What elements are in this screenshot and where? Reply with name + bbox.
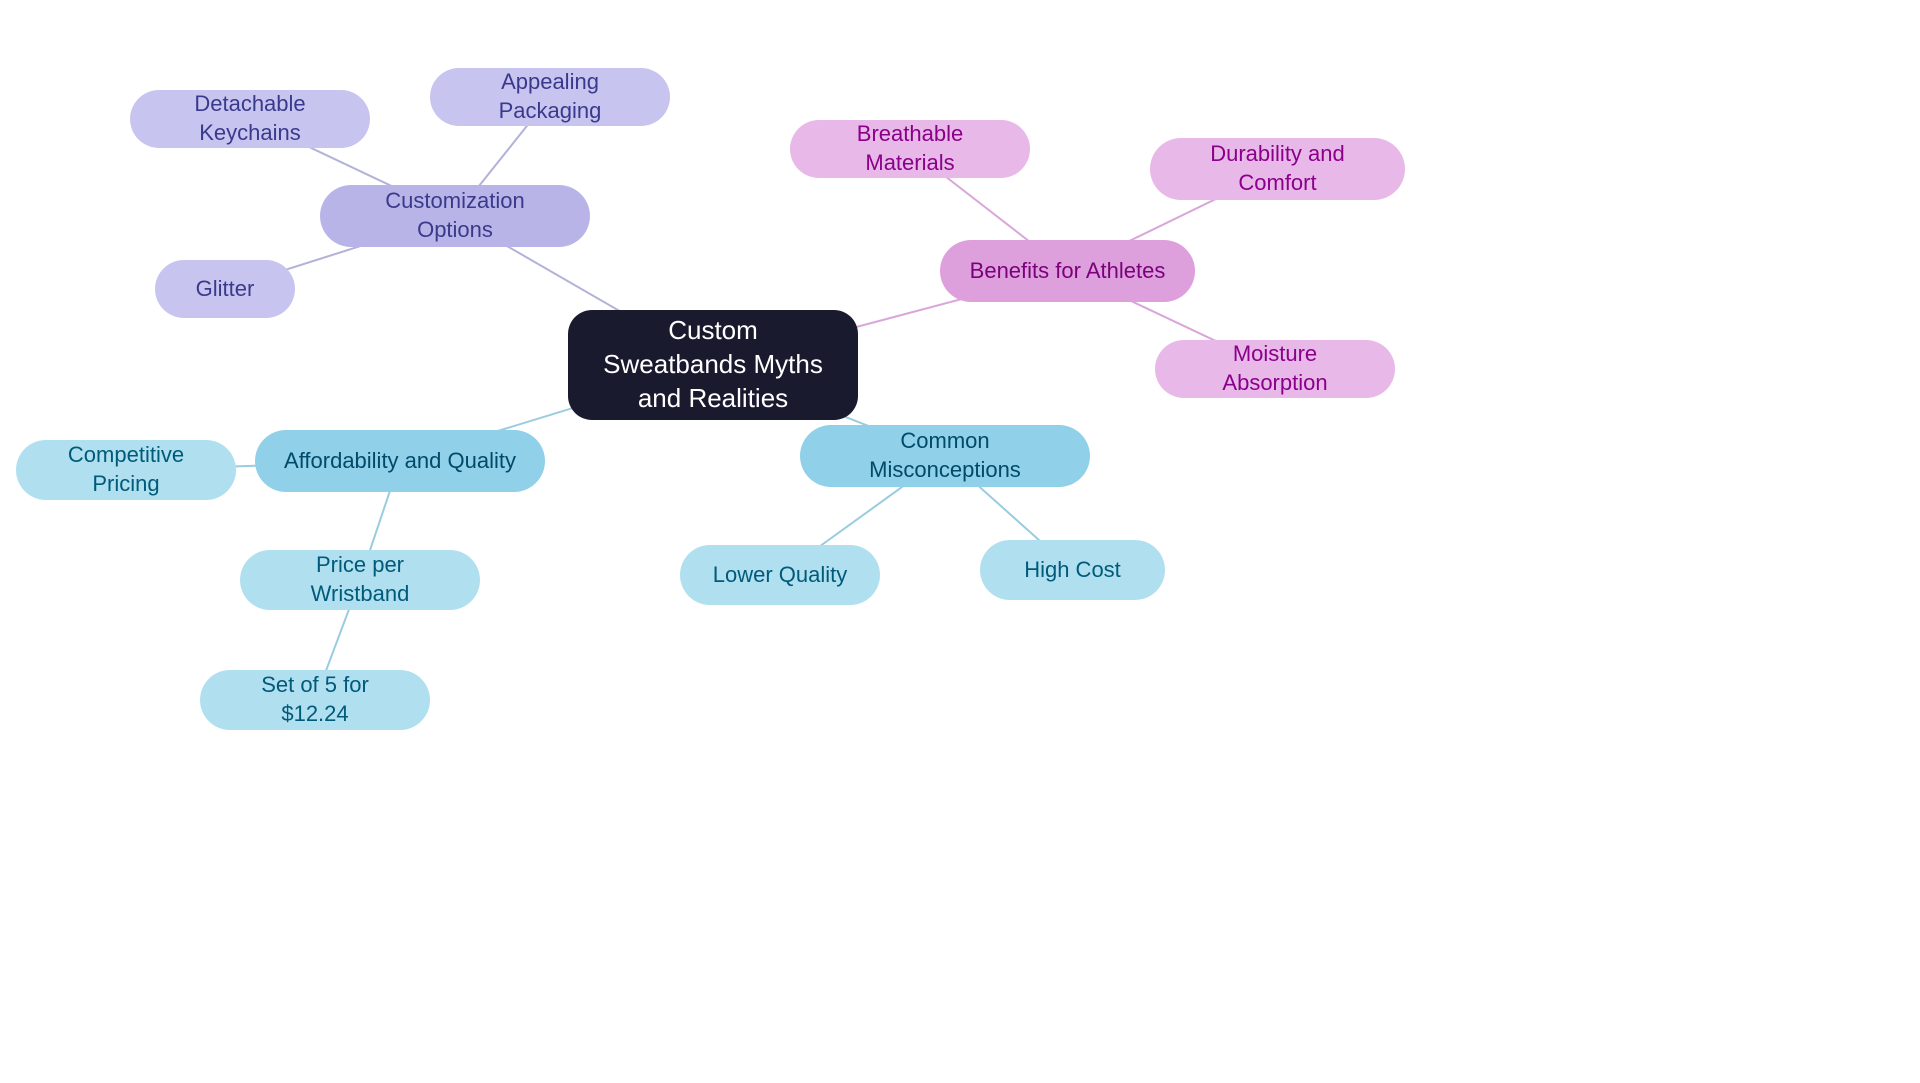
breathable-materials-label: Breathable Materials [818,120,1002,177]
common-misconceptions-label: Common Misconceptions [828,427,1062,484]
detachable-keychains-node: Detachable Keychains [130,90,370,148]
competitive-pricing-label: Competitive Pricing [44,441,208,498]
set-of-5-node: Set of 5 for $12.24 [200,670,430,730]
detachable-keychains-label: Detachable Keychains [158,90,342,147]
appealing-packaging-node: Appealing Packaging [430,68,670,126]
moisture-absorption-node: Moisture Absorption [1155,340,1395,398]
glitter-label: Glitter [196,275,255,304]
customization-options-node: Customization Options [320,185,590,247]
price-per-wristband-label: Price per Wristband [268,551,452,608]
durability-comfort-node: Durability and Comfort [1150,138,1405,200]
customization-options-label: Customization Options [348,187,562,244]
affordability-quality-label: Affordability and Quality [284,447,516,476]
center-label: Custom Sweatbands Myths and Realities [596,314,830,415]
common-misconceptions-node: Common Misconceptions [800,425,1090,487]
price-per-wristband-node: Price per Wristband [240,550,480,610]
appealing-packaging-label: Appealing Packaging [458,68,642,125]
lower-quality-node: Lower Quality [680,545,880,605]
benefits-for-athletes-label: Benefits for Athletes [970,257,1166,286]
durability-comfort-label: Durability and Comfort [1178,140,1377,197]
competitive-pricing-node: Competitive Pricing [16,440,236,500]
benefits-for-athletes-node: Benefits for Athletes [940,240,1195,302]
affordability-quality-node: Affordability and Quality [255,430,545,492]
moisture-absorption-label: Moisture Absorption [1183,340,1367,397]
center-node: Custom Sweatbands Myths and Realities [568,310,858,420]
breathable-materials-node: Breathable Materials [790,120,1030,178]
high-cost-node: High Cost [980,540,1165,600]
set-of-5-label: Set of 5 for $12.24 [228,671,402,728]
lower-quality-label: Lower Quality [713,561,848,590]
high-cost-label: High Cost [1024,556,1121,585]
glitter-node: Glitter [155,260,295,318]
